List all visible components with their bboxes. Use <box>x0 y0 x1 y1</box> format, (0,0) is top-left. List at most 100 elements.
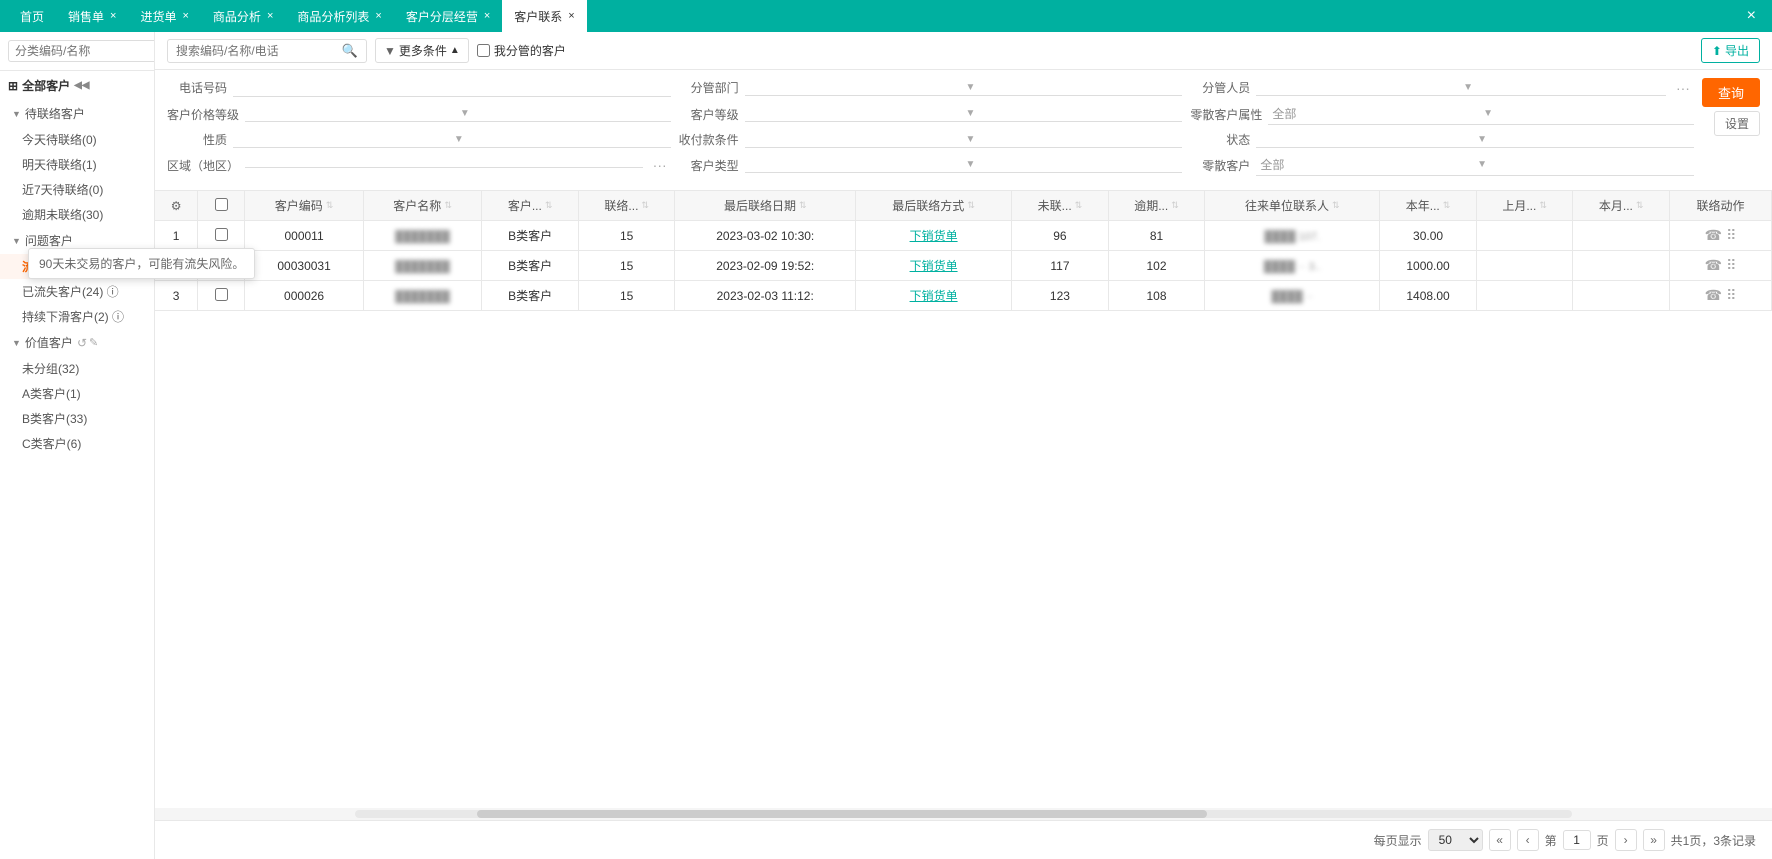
filter-retail-select[interactable]: 全部 ▼ <box>1256 154 1694 176</box>
nav-purchase[interactable]: 进货单 × <box>128 0 200 32</box>
toolbar-search-input[interactable] <box>176 44 338 58</box>
sidebar-item-tomorrow[interactable]: 明天待联络(1) <box>0 152 154 177</box>
filter-customer-level-select[interactable]: ▼ <box>745 106 1183 122</box>
sidebar-item-class-a[interactable]: A类客户(1) <box>0 381 154 406</box>
contact-person-sort[interactable]: 往来单位联系人 ⇅ <box>1245 197 1340 214</box>
col-settings[interactable]: ⚙ <box>155 191 198 221</box>
edit-icon[interactable]: ✎ <box>89 336 98 349</box>
sidebar-item-ungroup[interactable]: 未分组(32) <box>0 356 154 381</box>
nav-customer-contact-close[interactable]: × <box>568 10 574 22</box>
sidebar-group-pending[interactable]: ▼ 待联络客户 <box>0 100 154 127</box>
chevron-retail-icon: ▼ <box>1483 108 1690 119</box>
action-more-icon[interactable]: ⠿ <box>1726 227 1736 244</box>
sidebar-item-overdue-contact[interactable]: 逾期未联络(30) <box>0 202 154 227</box>
sidebar-item-churned[interactable]: 已流失客户(24) ⓘ <box>0 279 154 304</box>
next-page-button[interactable]: › <box>1615 829 1637 851</box>
sidebar-search-input[interactable] <box>8 40 155 62</box>
nav-customer-tier-close[interactable]: × <box>484 10 490 22</box>
filter-customer-type-select[interactable]: ▼ <box>745 157 1183 173</box>
nav-goods-analysis-close[interactable]: × <box>267 10 273 22</box>
action-more-icon[interactable]: ⠿ <box>1726 257 1736 274</box>
last-page-button[interactable]: » <box>1643 829 1665 851</box>
lastdate-sort[interactable]: 最后联络日期 ⇅ <box>724 197 807 214</box>
sidebar-item-class-c[interactable]: C类客户(6) <box>0 431 154 456</box>
filter-retail-attr-select[interactable]: 全部 ▼ <box>1268 103 1694 125</box>
nav-purchase-close[interactable]: × <box>182 10 188 22</box>
horizontal-scrollbar[interactable] <box>155 808 1772 820</box>
thisyear-sort[interactable]: 本年... ⇅ <box>1406 197 1451 214</box>
row-type: B类客户 <box>482 221 579 251</box>
sidebar-all-customers[interactable]: ⊞ 全部客户 ◀◀ <box>0 71 154 100</box>
chevron-dept-icon: ▼ <box>965 82 1178 93</box>
filter-status-select[interactable]: ▼ <box>1256 132 1694 148</box>
select-all-checkbox[interactable] <box>215 198 228 211</box>
filter-row-2: 客户价格等级 ▼ 客户等级 ▼ <box>167 103 1694 125</box>
row-this-year: 30.00 <box>1380 221 1477 251</box>
filter-dept-select[interactable]: ▼ <box>745 80 1183 96</box>
nav-sales-close[interactable]: × <box>110 10 116 22</box>
sidebar-item-class-b[interactable]: B类客户(33) <box>0 406 154 431</box>
page-size-label: 每页显示 <box>1374 832 1422 849</box>
chevron-payment-icon: ▼ <box>966 134 1179 145</box>
filter-nature-select[interactable]: ▼ <box>233 132 671 148</box>
nav-goods-list[interactable]: 商品分析列表 × <box>285 0 393 32</box>
row-code: 000011 <box>245 221 364 251</box>
nav-customer-tier[interactable]: 客户分层经营 × <box>394 0 502 32</box>
row-checkbox[interactable] <box>198 281 245 311</box>
col-uncontacted-header: 未联... ⇅ <box>1012 191 1109 221</box>
filter-region-select[interactable] <box>245 163 643 168</box>
row-code: 00030031 <box>245 251 364 281</box>
refresh-icon[interactable]: ↺ <box>77 336 87 350</box>
filter-person-select[interactable]: ▼ <box>1256 80 1666 96</box>
toolbar-filter-button[interactable]: ▼ 更多条件 ▲ <box>375 38 469 63</box>
export-button[interactable]: ⬆ 导出 <box>1701 38 1760 63</box>
filter-price-level-select[interactable]: ▼ <box>245 106 671 122</box>
thismonth-sort[interactable]: 本月... ⇅ <box>1599 197 1644 214</box>
lastmonth-sort[interactable]: 上月... ⇅ <box>1502 197 1547 214</box>
row-checkbox[interactable] <box>198 221 245 251</box>
code-sort[interactable]: 客户编码 ⇅ <box>275 197 334 214</box>
nav-goods-analysis[interactable]: 商品分析 × <box>201 0 285 32</box>
contact-sort[interactable]: 联络... ⇅ <box>604 197 649 214</box>
type-sort[interactable]: 客户... ⇅ <box>508 197 553 214</box>
sidebar-group-value[interactable]: ▼ 价值客户 ↺ ✎ <box>0 329 154 356</box>
row-name: ███████ <box>363 281 482 311</box>
prev-page-button[interactable]: ‹ <box>1517 829 1539 851</box>
nav-goods-list-close[interactable]: × <box>375 10 381 22</box>
nav-customer-contact[interactable]: 客户联系 × <box>502 0 586 32</box>
overdue-sort[interactable]: 逾期... ⇅ <box>1134 197 1179 214</box>
first-page-button[interactable]: « <box>1489 829 1511 851</box>
table-row: 3 000026 ███████ B类客户 15 2023-02-03 11:1… <box>155 281 1772 311</box>
action-more-icon[interactable]: ⠿ <box>1726 287 1736 304</box>
setting-button[interactable]: 设置 <box>1714 111 1760 136</box>
pagination: 每页显示 50 100 200 « ‹ 第 1 页 › » 共1页，3条记录 <box>155 820 1772 859</box>
sidebar-item-7days[interactable]: 近7天待联络(0) <box>0 177 154 202</box>
sidebar-item-declining[interactable]: 持续下滑客户(2) ⓘ <box>0 304 154 329</box>
filter-region-dots[interactable]: ··· <box>649 157 671 173</box>
row-this-month <box>1573 221 1670 251</box>
my-customer-check[interactable] <box>477 44 490 57</box>
action-contact-icon[interactable]: ☎ <box>1705 287 1722 304</box>
nav-sales[interactable]: 销售单 × <box>56 0 128 32</box>
uncontacted-sort[interactable]: 未联... ⇅ <box>1038 197 1083 214</box>
toolbar-my-customer-checkbox[interactable]: 我分管的客户 <box>477 42 566 59</box>
filter-person-dots[interactable]: ··· <box>1672 80 1694 96</box>
row-uncontacted: 96 <box>1012 221 1109 251</box>
page-size-select[interactable]: 50 100 200 <box>1428 829 1483 851</box>
filter-retail-attr: 零散客户属性 全部 ▼ <box>1190 103 1694 125</box>
lastmethod-sort[interactable]: 最后联络方式 ⇅ <box>892 197 975 214</box>
nav-home[interactable]: 首页 <box>8 0 56 32</box>
toolbar-search-icon[interactable]: 🔍 <box>342 43 358 59</box>
name-sort[interactable]: 客户名称 ⇅ <box>393 197 452 214</box>
filter-payment-select[interactable]: ▼ <box>745 132 1183 148</box>
sort-icon-method: ⇅ <box>967 200 975 211</box>
scroll-thumb[interactable] <box>477 810 1207 818</box>
query-button[interactable]: 查询 <box>1702 78 1760 107</box>
window-close-button[interactable]: × <box>1739 7 1764 25</box>
settings-icon[interactable]: ⚙ <box>171 199 182 213</box>
sidebar-item-today[interactable]: 今天待联络(0) <box>0 127 154 152</box>
filter-phone-input[interactable] <box>233 78 671 97</box>
col-type-header: 客户... ⇅ <box>482 191 579 221</box>
action-contact-icon[interactable]: ☎ <box>1705 257 1722 274</box>
action-contact-icon[interactable]: ☎ <box>1705 227 1722 244</box>
